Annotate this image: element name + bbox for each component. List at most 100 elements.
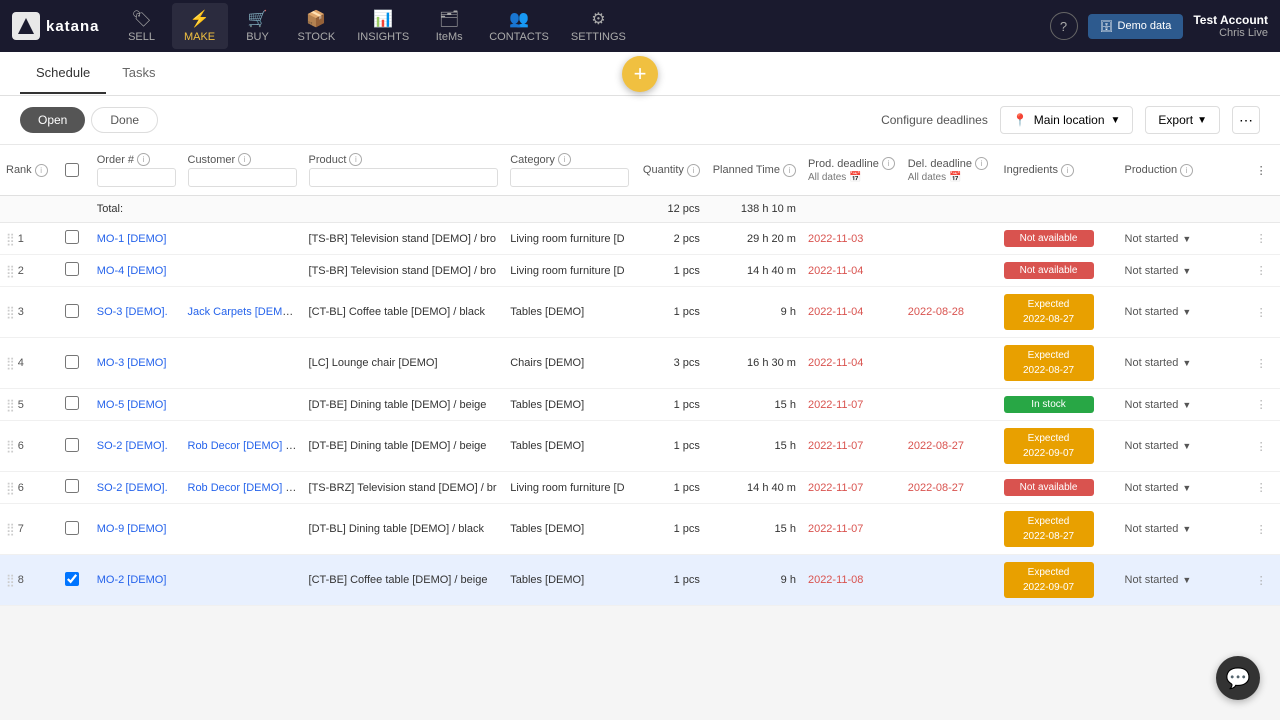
production-status-cell[interactable]: Not started ▼ (1119, 287, 1250, 338)
nav-item-make[interactable]: ⚡ MAKE (172, 3, 228, 49)
category-cell: Living room furniture [D (504, 472, 635, 504)
rank-number: 5 (18, 399, 24, 411)
quantity-cell: 1 pcs (635, 287, 706, 338)
done-tab[interactable]: Done (91, 107, 158, 133)
table-row: ⣿ 2 MO-4 [DEMO][TS-BR] Television stand … (0, 255, 1280, 287)
order-link[interactable]: SO-3 [DEMO]. (97, 306, 168, 318)
nav-item-contacts[interactable]: 👥 CONTACTS (479, 3, 559, 49)
add-fab-button[interactable]: + (622, 56, 658, 92)
production-status-cell[interactable]: Not started ▼ (1119, 555, 1250, 606)
drag-handle[interactable]: ⣿ (6, 573, 15, 587)
product-cell: [TS-BR] Television stand [DEMO] / bro (303, 223, 505, 255)
logo[interactable]: katana (12, 12, 100, 40)
order-link[interactable]: MO-2 [DEMO] (97, 574, 167, 586)
user-sub: Chris Live (1193, 27, 1268, 39)
expected-badge: Expected2022-09-07 (1004, 562, 1094, 598)
drag-handle[interactable]: ⣿ (6, 398, 15, 412)
row-checkbox[interactable] (65, 479, 79, 493)
row-checkbox[interactable] (65, 230, 79, 244)
del-deadline-cell (902, 223, 998, 255)
order-filter-input[interactable] (97, 168, 176, 187)
ingredients-cell: Expected2022-08-27 (998, 287, 1119, 338)
nav-item-settings[interactable]: ⚙ SETTINGS (561, 3, 636, 49)
row-checkbox[interactable] (65, 355, 79, 369)
drag-handle[interactable]: ⣿ (6, 356, 15, 370)
row-checkbox[interactable] (65, 572, 79, 586)
row-checkbox[interactable] (65, 262, 79, 276)
prod-deadline-filter[interactable]: All dates (808, 172, 846, 183)
row-more-button[interactable]: ⋮ (1250, 338, 1280, 389)
category-cell: Tables [DEMO] (504, 555, 635, 606)
location-button[interactable]: 📍 Main location ▼ (1000, 106, 1134, 134)
product-filter-input[interactable] (309, 168, 499, 187)
row-more-button[interactable]: ⋮ (1250, 223, 1280, 255)
drag-handle[interactable]: ⣿ (6, 481, 15, 495)
production-status-cell[interactable]: Not started ▼ (1119, 389, 1250, 421)
del-deadline-filter[interactable]: All dates (908, 172, 946, 183)
row-more-button[interactable]: ⋮ (1250, 472, 1280, 504)
chat-widget[interactable]: 💬 (1216, 656, 1260, 700)
drag-handle[interactable]: ⣿ (6, 264, 15, 278)
nav-item-insights[interactable]: 📊 INSIGHTS (347, 3, 419, 49)
order-link[interactable]: MO-3 [DEMO] (97, 357, 167, 369)
drag-handle[interactable]: ⣿ (6, 232, 15, 246)
drag-handle[interactable]: ⣿ (6, 305, 15, 319)
configure-deadlines-link[interactable]: Configure deadlines (881, 113, 988, 127)
tab-tasks[interactable]: Tasks (106, 53, 171, 94)
row-more-button[interactable]: ⋮ (1250, 255, 1280, 287)
production-status-cell[interactable]: Not started ▼ (1119, 504, 1250, 555)
order-link[interactable]: MO-1 [DEMO] (97, 233, 167, 245)
col-header-check[interactable] (61, 145, 91, 196)
drag-handle[interactable]: ⣿ (6, 522, 15, 536)
order-link[interactable]: MO-5 [DEMO] (97, 399, 167, 411)
open-tab[interactable]: Open (20, 107, 85, 133)
row-more-button[interactable]: ⋮ (1250, 287, 1280, 338)
quantity-cell: 1 pcs (635, 555, 706, 606)
more-options-button[interactable]: ⋯ (1232, 106, 1260, 134)
calendar-icon[interactable]: 📅 (849, 172, 861, 183)
select-all-checkbox[interactable] (65, 163, 79, 177)
customer-filter-input[interactable] (188, 168, 297, 187)
production-status-cell[interactable]: Not started ▼ (1119, 472, 1250, 504)
order-link[interactable]: SO-2 [DEMO]. (97, 440, 168, 452)
production-status-cell[interactable]: Not started ▼ (1119, 223, 1250, 255)
col-header-order: Order # i (91, 145, 182, 196)
row-more-button[interactable]: ⋮ (1250, 555, 1280, 606)
export-button[interactable]: Export ▼ (1145, 106, 1220, 134)
category-filter-input[interactable] (510, 168, 629, 187)
table-row: ⣿ 6 SO-2 [DEMO].Rob Decor [DEMO] (SO-2[D… (0, 421, 1280, 472)
row-more-button[interactable]: ⋮ (1250, 504, 1280, 555)
row-checkbox[interactable] (65, 396, 79, 410)
help-button[interactable]: ? (1050, 12, 1078, 40)
drag-handle[interactable]: ⣿ (6, 439, 15, 453)
category-cell: Tables [DEMO] (504, 389, 635, 421)
row-more-button[interactable]: ⋮ (1250, 389, 1280, 421)
order-link[interactable]: MO-4 [DEMO] (97, 265, 167, 277)
nav-item-sell[interactable]: 🏷 SELL (114, 3, 170, 49)
customer-link[interactable]: Rob Decor [DEMO] (SO-2 (188, 440, 303, 452)
row-checkbox[interactable] (65, 304, 79, 318)
demo-data-button[interactable]: 🗄 Demo data (1088, 14, 1184, 39)
customer-link[interactable]: Rob Decor [DEMO] (SO-2 (188, 482, 303, 494)
production-status-cell[interactable]: Not started ▼ (1119, 338, 1250, 389)
production-status-cell[interactable]: Not started ▼ (1119, 421, 1250, 472)
info-icon: i (349, 153, 362, 166)
nav-item-items[interactable]: 🗂 IteMs (421, 3, 477, 49)
planned-time-cell: 14 h 40 m (706, 255, 802, 287)
customer-link[interactable]: Jack Carpets [DEMO] (SO (188, 306, 303, 318)
prod-deadline-cell: 2022-11-08 (802, 555, 902, 606)
nav-item-buy[interactable]: 🛒 BUY (230, 3, 286, 49)
table-row: ⣿ 3 SO-3 [DEMO].Jack Carpets [DEMO] (SO[… (0, 287, 1280, 338)
row-more-button[interactable]: ⋮ (1250, 421, 1280, 472)
calendar-icon[interactable]: 📅 (949, 172, 961, 183)
row-checkbox[interactable] (65, 521, 79, 535)
row-checkbox[interactable] (65, 438, 79, 452)
nav-item-stock[interactable]: 📦 STOCK (288, 3, 346, 49)
tab-schedule[interactable]: Schedule (20, 53, 106, 94)
order-link[interactable]: MO-9 [DEMO] (97, 523, 167, 535)
production-status-cell[interactable]: Not started ▼ (1119, 255, 1250, 287)
info-icon: i (558, 153, 571, 166)
order-link[interactable]: SO-2 [DEMO]. (97, 482, 168, 494)
product-cell: [TS-BRZ] Television stand [DEMO] / br (303, 472, 505, 504)
quantity-cell: 1 pcs (635, 389, 706, 421)
